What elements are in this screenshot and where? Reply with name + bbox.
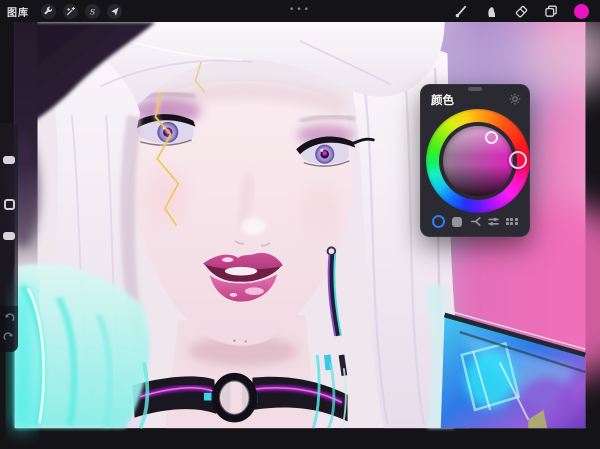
toolbar-overflow-dots: •••: [289, 0, 311, 22]
gallery-button[interactable]: 图库: [7, 4, 29, 19]
panel-drag-handle[interactable]: [468, 87, 482, 91]
value-tab-icon: [487, 215, 500, 228]
eraser-button[interactable]: [508, 0, 534, 22]
color-settings-gear-icon[interactable]: [509, 93, 521, 105]
brush-button[interactable]: [448, 0, 474, 22]
modify-button[interactable]: [4, 199, 15, 210]
actions-wrench-icon: [41, 4, 56, 19]
tab-palettes[interactable]: [504, 214, 519, 229]
brush-size-slider[interactable]: [3, 156, 15, 164]
hue-cursor[interactable]: [509, 151, 527, 169]
redo-icon[interactable]: [3, 331, 15, 343]
disc-tab-icon: [432, 215, 445, 228]
color-panel-title: 颜色: [431, 92, 454, 108]
saturation-cursor[interactable]: [485, 131, 498, 144]
color-button[interactable]: [568, 0, 594, 22]
hue-ring-hole: [439, 122, 517, 200]
harmony-tab-icon: [469, 215, 482, 228]
opacity-slider[interactable]: [3, 232, 15, 240]
tab-value[interactable]: [486, 214, 501, 229]
undo-redo-section: [0, 306, 18, 352]
undo-icon[interactable]: [3, 312, 15, 324]
adjustments-button[interactable]: [59, 0, 81, 22]
svg-text:S: S: [89, 7, 95, 16]
brush-icon: [454, 4, 468, 18]
selected-color-swatch: [574, 4, 589, 19]
top-toolbar: 图库 S •••: [0, 0, 600, 22]
tab-harmony[interactable]: [468, 214, 483, 229]
smudge-icon: [484, 4, 498, 18]
adjustments-wand-icon: [63, 4, 78, 19]
layers-icon: [544, 4, 558, 18]
palettes-tab-icon: [506, 218, 518, 226]
tool-sidebar: [0, 123, 18, 352]
color-panel: 颜色: [420, 84, 530, 237]
classic-tab-icon: [452, 217, 462, 227]
tab-disc[interactable]: [431, 214, 446, 229]
actions-button[interactable]: [37, 0, 59, 22]
eraser-icon: [514, 4, 528, 18]
selection-s-icon: S: [85, 4, 100, 19]
smudge-button[interactable]: [478, 0, 504, 22]
selection-button[interactable]: S: [81, 0, 103, 22]
transform-button[interactable]: [103, 0, 125, 22]
layers-button[interactable]: [538, 0, 564, 22]
procreate-window: 图库 S •••: [0, 0, 600, 449]
color-mode-tabs: [421, 214, 529, 229]
hue-ring[interactable]: [426, 109, 530, 213]
transform-arrow-icon: [107, 4, 122, 19]
saturation-disc[interactable]: [443, 126, 513, 196]
tab-classic[interactable]: [449, 214, 464, 229]
